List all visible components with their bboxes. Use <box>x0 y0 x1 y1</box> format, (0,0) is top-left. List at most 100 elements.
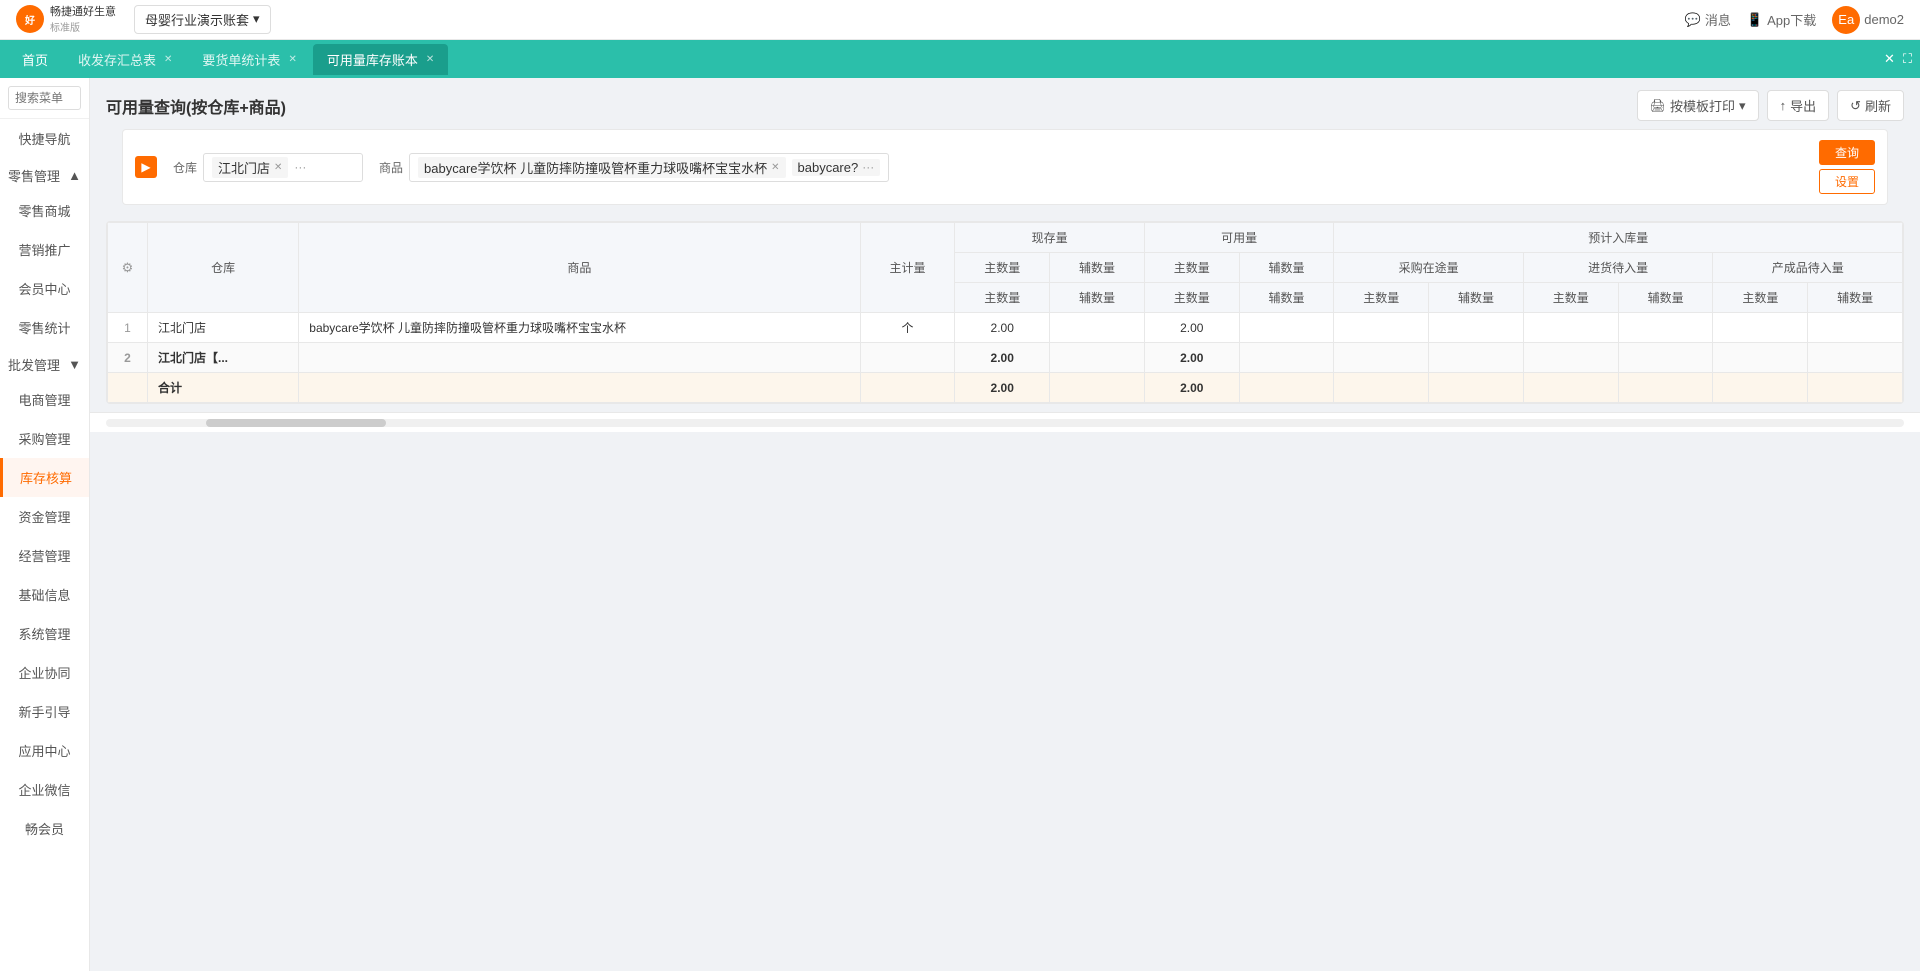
chevron-print-icon: ▾ <box>1739 98 1746 114</box>
sidebar-item-purchase[interactable]: 采购管理 <box>0 419 89 458</box>
industry-label: 母婴行业演示账套 <box>145 10 249 29</box>
logo-icon: 好 <box>16 5 44 33</box>
filter-toggle-button[interactable]: ▶ <box>135 156 157 178</box>
th-inbound-main: 主数量 <box>1523 283 1618 313</box>
close-inventory-tab-icon[interactable]: ✕ <box>426 54 434 65</box>
product-tag2-more: ··· <box>862 160 874 174</box>
sidebar-item-retailstat[interactable]: 零售统计 <box>0 308 89 347</box>
sidebar-item-quicknav[interactable]: 快捷导航 <box>0 119 89 158</box>
scrollbar-track[interactable] <box>106 419 1904 427</box>
refresh-icon: ↺ <box>1850 98 1861 114</box>
sidebar-retailshop-label: 零售商城 <box>18 201 70 220</box>
scrollbar-thumb[interactable] <box>206 419 386 427</box>
remove-product-tag1-icon[interactable]: ✕ <box>771 162 779 173</box>
row-inbound-main-2 <box>1523 343 1618 373</box>
warehouse-more-icon: ··· <box>294 160 306 174</box>
sidebar-bizwechat-label: 企业微信 <box>18 780 70 799</box>
row-warehouse-2: 江北门店【... <box>148 343 299 373</box>
remove-warehouse-tag-icon[interactable]: ✕ <box>274 162 282 173</box>
message-action[interactable]: 💬 消息 <box>1685 10 1731 29</box>
bottom-scrollbar[interactable] <box>90 412 1920 432</box>
inventory-tab-label: 可用量库存账本 <box>327 50 418 69</box>
close-all-tabs-icon[interactable]: ✕ <box>1884 51 1895 67</box>
sidebar-item-operations[interactable]: 经营管理 <box>0 536 89 575</box>
sidebar-item-retailshop[interactable]: 零售商城 <box>0 191 89 230</box>
sidebar-membership-label: 会员中心 <box>18 279 70 298</box>
sidebar-item-retail[interactable]: 零售管理 ▲ <box>0 158 89 191</box>
table-row: 1 江北门店 babycare学饮杯 儿童防摔防撞吸管杯重力球吸嘴杯宝宝水杯 个… <box>108 313 1903 343</box>
sidebar-item-bizwechat[interactable]: 企业微信 <box>0 770 89 809</box>
th-gear[interactable]: ⚙ <box>108 223 148 313</box>
user-action[interactable]: Ea demo2 <box>1832 6 1904 34</box>
th-inbound-aux: 辅数量 <box>1618 283 1713 313</box>
setting-button[interactable]: 设置 <box>1819 169 1875 194</box>
export-button[interactable]: ↑ 导出 <box>1767 90 1830 121</box>
th-stock-main: 主数量 <box>955 253 1050 283</box>
chevron-down-icon: ▼ <box>68 357 81 372</box>
sidebar-appcenter-label: 应用中心 <box>18 741 70 760</box>
logo-text-area: 畅捷通好生意 标准版 <box>50 5 116 34</box>
row-stock-aux-2 <box>1050 343 1145 373</box>
tab-receipts[interactable]: 收发存汇总表 ✕ <box>64 44 186 75</box>
footer-purchase-aux <box>1429 373 1524 403</box>
sidebar-item-finance[interactable]: 资金管理 <box>0 497 89 536</box>
sidebar-item-appcenter[interactable]: 应用中心 <box>0 731 89 770</box>
print-button[interactable]: 🖨 按模板打印 ▾ <box>1637 90 1759 121</box>
export-icon: ↑ <box>1780 98 1787 113</box>
close-receipts-tab-icon[interactable]: ✕ <box>164 54 172 65</box>
sidebar-item-marketing[interactable]: 营销推广 <box>0 230 89 269</box>
sidebar-search-area <box>0 78 89 119</box>
refresh-button[interactable]: ↺ 刷新 <box>1837 90 1904 121</box>
sidebar-newguide-label: 新手引导 <box>18 702 70 721</box>
row-inbound-aux-2 <box>1618 343 1713 373</box>
row-production-aux-2 <box>1808 343 1903 373</box>
footer-production-main <box>1713 373 1808 403</box>
sidebar-marketing-label: 营销推广 <box>18 240 70 259</box>
product-filter: 商品 babycare学饮杯 儿童防摔防撞吸管杯重力球吸嘴杯宝宝水杯 ✕ bab… <box>379 153 889 182</box>
sidebar-item-wholesale[interactable]: 批发管理 ▼ <box>0 347 89 380</box>
th-production-main: 主数量 <box>1713 283 1808 313</box>
message-label: 消息 <box>1705 10 1731 29</box>
page-title: 可用量查询(按仓库+商品) <box>106 94 286 118</box>
sidebar-system-label: 系统管理 <box>18 624 70 643</box>
sidebar-item-newguide[interactable]: 新手引导 <box>0 692 89 731</box>
sidebar-item-inventory[interactable]: 库存核算 <box>0 458 89 497</box>
sidebar-item-enterprise[interactable]: 企业协同 <box>0 653 89 692</box>
row-stock-aux-1 <box>1050 313 1145 343</box>
industry-selector[interactable]: 母婴行业演示账套 ▾ <box>134 5 271 34</box>
sidebar-item-member[interactable]: 畅会员 <box>0 809 89 848</box>
sidebar: 快捷导航 零售管理 ▲ 零售商城 营销推广 会员中心 零售统计 批发管理 ▼ 电… <box>0 78 90 971</box>
logo-text: 畅捷通好生意 <box>50 5 116 19</box>
search-input[interactable] <box>8 86 81 110</box>
close-requisition-tab-icon[interactable]: ✕ <box>288 54 296 65</box>
download-action[interactable]: 📱 App下载 <box>1747 10 1816 29</box>
warehouse-label: 仓库 <box>173 159 197 176</box>
th-unit: 主计量 <box>860 223 955 313</box>
expand-icon[interactable]: ⛶ <box>1903 51 1912 67</box>
filter-wrapper: ▶ 仓库 江北门店 ✕ ··· 商品 <box>90 129 1920 213</box>
th-purchase-main: 主数量 <box>1334 283 1429 313</box>
th-available: 可用量 <box>1144 223 1334 253</box>
row-purchase-aux-1 <box>1429 313 1524 343</box>
sidebar-quicknav-label: 快捷导航 <box>18 129 70 148</box>
sidebar-item-basic[interactable]: 基础信息 <box>0 575 89 614</box>
query-button[interactable]: 查询 <box>1819 140 1875 165</box>
app-icon: 📱 <box>1747 12 1763 28</box>
tab-home[interactable]: 首页 <box>8 44 62 75</box>
row-stock-main-2: 2.00 <box>955 343 1050 373</box>
sidebar-item-system[interactable]: 系统管理 <box>0 614 89 653</box>
tab-requisition[interactable]: 要货单统计表 ✕ <box>188 44 310 75</box>
row-production-aux-1 <box>1808 313 1903 343</box>
th-avail-main2: 主数量 <box>1144 283 1239 313</box>
tab-inventory[interactable]: 可用量库存账本 ✕ <box>313 44 448 75</box>
sidebar-item-membership[interactable]: 会员中心 <box>0 269 89 308</box>
warehouse-input[interactable]: 江北门店 ✕ ··· <box>203 153 363 182</box>
footer-inbound-main <box>1523 373 1618 403</box>
footer-stock-main: 2.00 <box>955 373 1050 403</box>
sidebar-item-ecommerce[interactable]: 电商管理 <box>0 380 89 419</box>
table-area: ⚙ 仓库 商品 主计量 现存量 可用量 预计入库量 主数量 辅数量 主数量 辅数… <box>106 221 1904 404</box>
footer-label: 合计 <box>148 373 299 403</box>
gear-icon[interactable]: ⚙ <box>122 260 134 275</box>
product-input[interactable]: babycare学饮杯 儿童防摔防撞吸管杯重力球吸嘴杯宝宝水杯 ✕ babyca… <box>409 153 889 182</box>
sidebar-retail-label: 零售管理 <box>8 166 60 185</box>
